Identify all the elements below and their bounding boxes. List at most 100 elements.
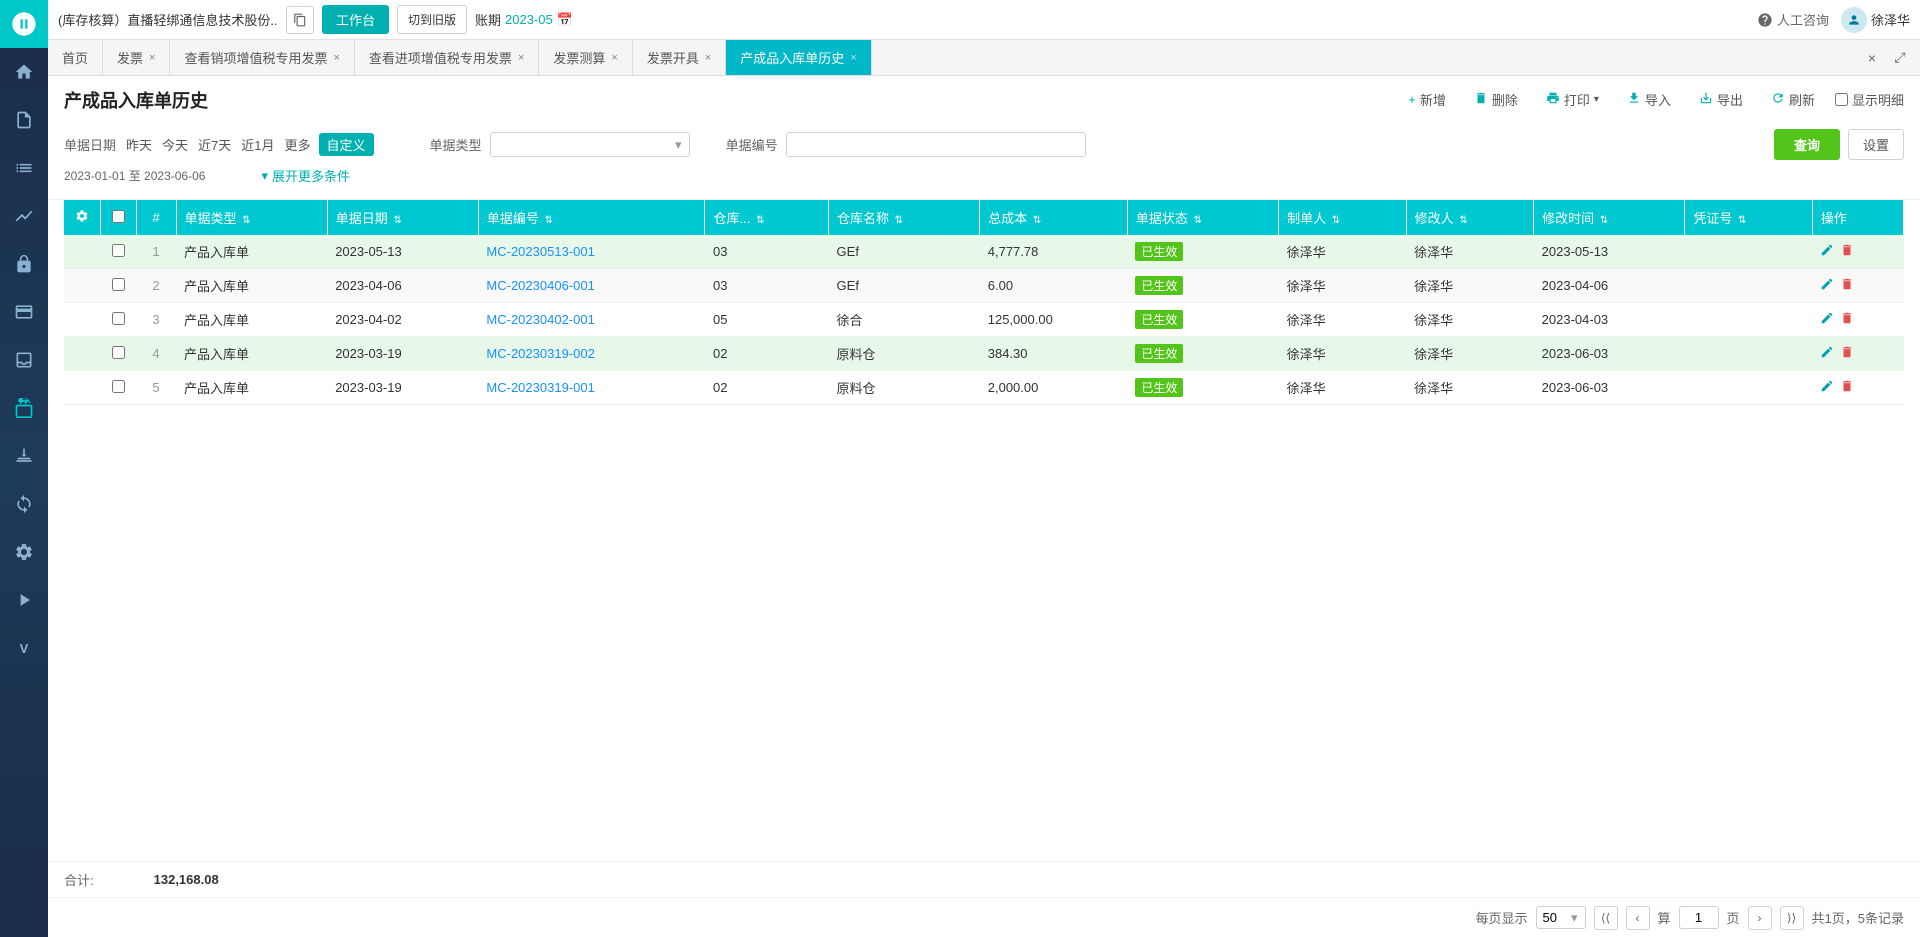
- tab-close-all-icon[interactable]: ×: [1860, 46, 1884, 70]
- expand-more-btn[interactable]: ▾ 展开更多条件: [261, 166, 350, 185]
- sidebar-item-doc[interactable]: [0, 96, 48, 144]
- copy-icon[interactable]: [286, 6, 314, 34]
- workbench-button[interactable]: 工作台: [322, 5, 389, 34]
- sidebar-item-analytics[interactable]: [0, 192, 48, 240]
- import-button[interactable]: 导入: [1619, 86, 1679, 113]
- th-warehouse-code[interactable]: 仓库... ⇅: [705, 200, 829, 235]
- th-warehouse-name[interactable]: 仓库名称 ⇅: [829, 200, 980, 235]
- page-first-btn[interactable]: ⟨⟨: [1594, 906, 1618, 930]
- shortcut-today[interactable]: 今天: [160, 135, 190, 154]
- sidebar-item-receipt[interactable]: [0, 288, 48, 336]
- row-checkbox[interactable]: [112, 380, 125, 393]
- order-no-link[interactable]: MC-20230406-001: [486, 278, 594, 293]
- tab-sales-vat-close[interactable]: ×: [333, 52, 339, 64]
- shortcut-yesterday[interactable]: 昨天: [124, 135, 154, 154]
- calendar-icon[interactable]: 📅: [557, 12, 573, 28]
- row-checkbox[interactable]: [112, 244, 125, 257]
- edit-icon[interactable]: [1820, 243, 1834, 260]
- edit-icon[interactable]: [1820, 277, 1834, 294]
- order-no-link[interactable]: MC-20230513-001: [486, 244, 594, 259]
- page-last-btn[interactable]: ⟩⟩: [1780, 906, 1804, 930]
- tab-invoice-open-close[interactable]: ×: [705, 52, 711, 64]
- page-input[interactable]: [1679, 906, 1719, 929]
- sidebar-item-stamp[interactable]: [0, 432, 48, 480]
- tab-product-history[interactable]: 产成品入库单历史 ×: [726, 40, 871, 76]
- page-next-btn[interactable]: ›: [1748, 906, 1772, 930]
- th-type[interactable]: 单据类型 ⇅: [176, 200, 327, 235]
- delete-row-icon[interactable]: [1840, 311, 1854, 328]
- sidebar-item-lock[interactable]: [0, 240, 48, 288]
- shortcut-custom[interactable]: 自定义: [319, 133, 374, 156]
- sidebar-item-play[interactable]: [0, 576, 48, 624]
- order-no-link[interactable]: MC-20230402-001: [486, 312, 594, 327]
- td-check[interactable]: [100, 235, 136, 269]
- th-check[interactable]: [100, 200, 136, 235]
- order-no-link[interactable]: MC-20230319-001: [486, 380, 594, 395]
- td-order-no[interactable]: MC-20230402-001: [478, 303, 705, 337]
- delete-row-icon[interactable]: [1840, 345, 1854, 362]
- select-all-checkbox[interactable]: [112, 210, 125, 223]
- td-check[interactable]: [100, 269, 136, 303]
- print-button[interactable]: 打印 ▾: [1538, 86, 1607, 113]
- td-order-no[interactable]: MC-20230319-002: [478, 337, 705, 371]
- type-select[interactable]: [490, 132, 690, 157]
- sidebar-item-chart[interactable]: [0, 144, 48, 192]
- delete-button[interactable]: 删除: [1466, 86, 1526, 113]
- tab-maximize-icon[interactable]: ⤢: [1888, 46, 1912, 70]
- shortcut-1month[interactable]: 近1月: [239, 135, 276, 154]
- th-modifier[interactable]: 修改人 ⇅: [1406, 200, 1534, 235]
- sidebar-item-version[interactable]: V: [0, 624, 48, 672]
- tab-home[interactable]: 首页: [48, 40, 103, 76]
- delete-row-icon[interactable]: [1840, 277, 1854, 294]
- sidebar-item-cycle[interactable]: [0, 480, 48, 528]
- user-info[interactable]: 徐泽华: [1841, 7, 1910, 33]
- th-creator[interactable]: 制单人 ⇅: [1279, 200, 1407, 235]
- sidebar-item-inventory[interactable]: [0, 384, 48, 432]
- td-check[interactable]: [100, 337, 136, 371]
- edit-icon[interactable]: [1820, 345, 1834, 362]
- td-order-no[interactable]: MC-20230319-001: [478, 371, 705, 405]
- tab-invoice-calc-close[interactable]: ×: [611, 52, 617, 64]
- query-button[interactable]: 查询: [1774, 129, 1840, 160]
- row-checkbox[interactable]: [112, 312, 125, 325]
- company-selector[interactable]: (库存核算）直播轻绑通信息技术股份... ▾: [58, 10, 278, 29]
- page-prev-btn[interactable]: ‹: [1626, 906, 1650, 930]
- settings-button[interactable]: 设置: [1848, 129, 1904, 160]
- user-service[interactable]: 人工咨询: [1757, 10, 1829, 29]
- shortcut-7days[interactable]: 近7天: [196, 135, 233, 154]
- th-status[interactable]: 单据状态 ⇅: [1127, 200, 1278, 235]
- tab-purchase-vat-close[interactable]: ×: [518, 52, 524, 64]
- sidebar-item-settings[interactable]: [0, 528, 48, 576]
- tab-product-history-close[interactable]: ×: [850, 52, 856, 64]
- th-settings[interactable]: [64, 200, 100, 235]
- th-total-cost[interactable]: 总成本 ⇅: [980, 200, 1128, 235]
- edit-icon[interactable]: [1820, 379, 1834, 396]
- row-checkbox[interactable]: [112, 278, 125, 291]
- tab-sales-vat[interactable]: 查看销项增值税专用发票 ×: [170, 40, 354, 76]
- th-order-no[interactable]: 单据编号 ⇅: [478, 200, 705, 235]
- show-detail-checkbox[interactable]: [1835, 93, 1848, 106]
- page-size-select[interactable]: 20 50 100: [1536, 906, 1586, 929]
- sidebar-item-home[interactable]: [0, 48, 48, 96]
- row-checkbox[interactable]: [112, 346, 125, 359]
- tab-invoice-calc[interactable]: 发票测算 ×: [539, 40, 632, 76]
- tab-invoice-open[interactable]: 发票开具 ×: [633, 40, 726, 76]
- delete-row-icon[interactable]: [1840, 379, 1854, 396]
- tab-invoice-close[interactable]: ×: [149, 52, 155, 64]
- edit-icon[interactable]: [1820, 311, 1834, 328]
- shortcut-more[interactable]: 更多: [283, 135, 313, 154]
- show-detail-check[interactable]: 显示明细: [1835, 90, 1904, 109]
- th-modify-time[interactable]: 修改时间 ⇅: [1534, 200, 1685, 235]
- new-button[interactable]: + 新增: [1400, 86, 1454, 113]
- sidebar-item-inbox[interactable]: [0, 336, 48, 384]
- td-order-no[interactable]: MC-20230513-001: [478, 235, 705, 269]
- td-order-no[interactable]: MC-20230406-001: [478, 269, 705, 303]
- switch-button[interactable]: 切到旧版: [397, 5, 467, 34]
- tab-purchase-vat[interactable]: 查看进项增值税专用发票 ×: [355, 40, 539, 76]
- order-no-link[interactable]: MC-20230319-002: [486, 346, 594, 361]
- refresh-button[interactable]: 刷新: [1763, 86, 1823, 113]
- export-button[interactable]: 导出: [1691, 86, 1751, 113]
- td-check[interactable]: [100, 303, 136, 337]
- delete-row-icon[interactable]: [1840, 243, 1854, 260]
- th-voucher[interactable]: 凭证号 ⇅: [1685, 200, 1813, 235]
